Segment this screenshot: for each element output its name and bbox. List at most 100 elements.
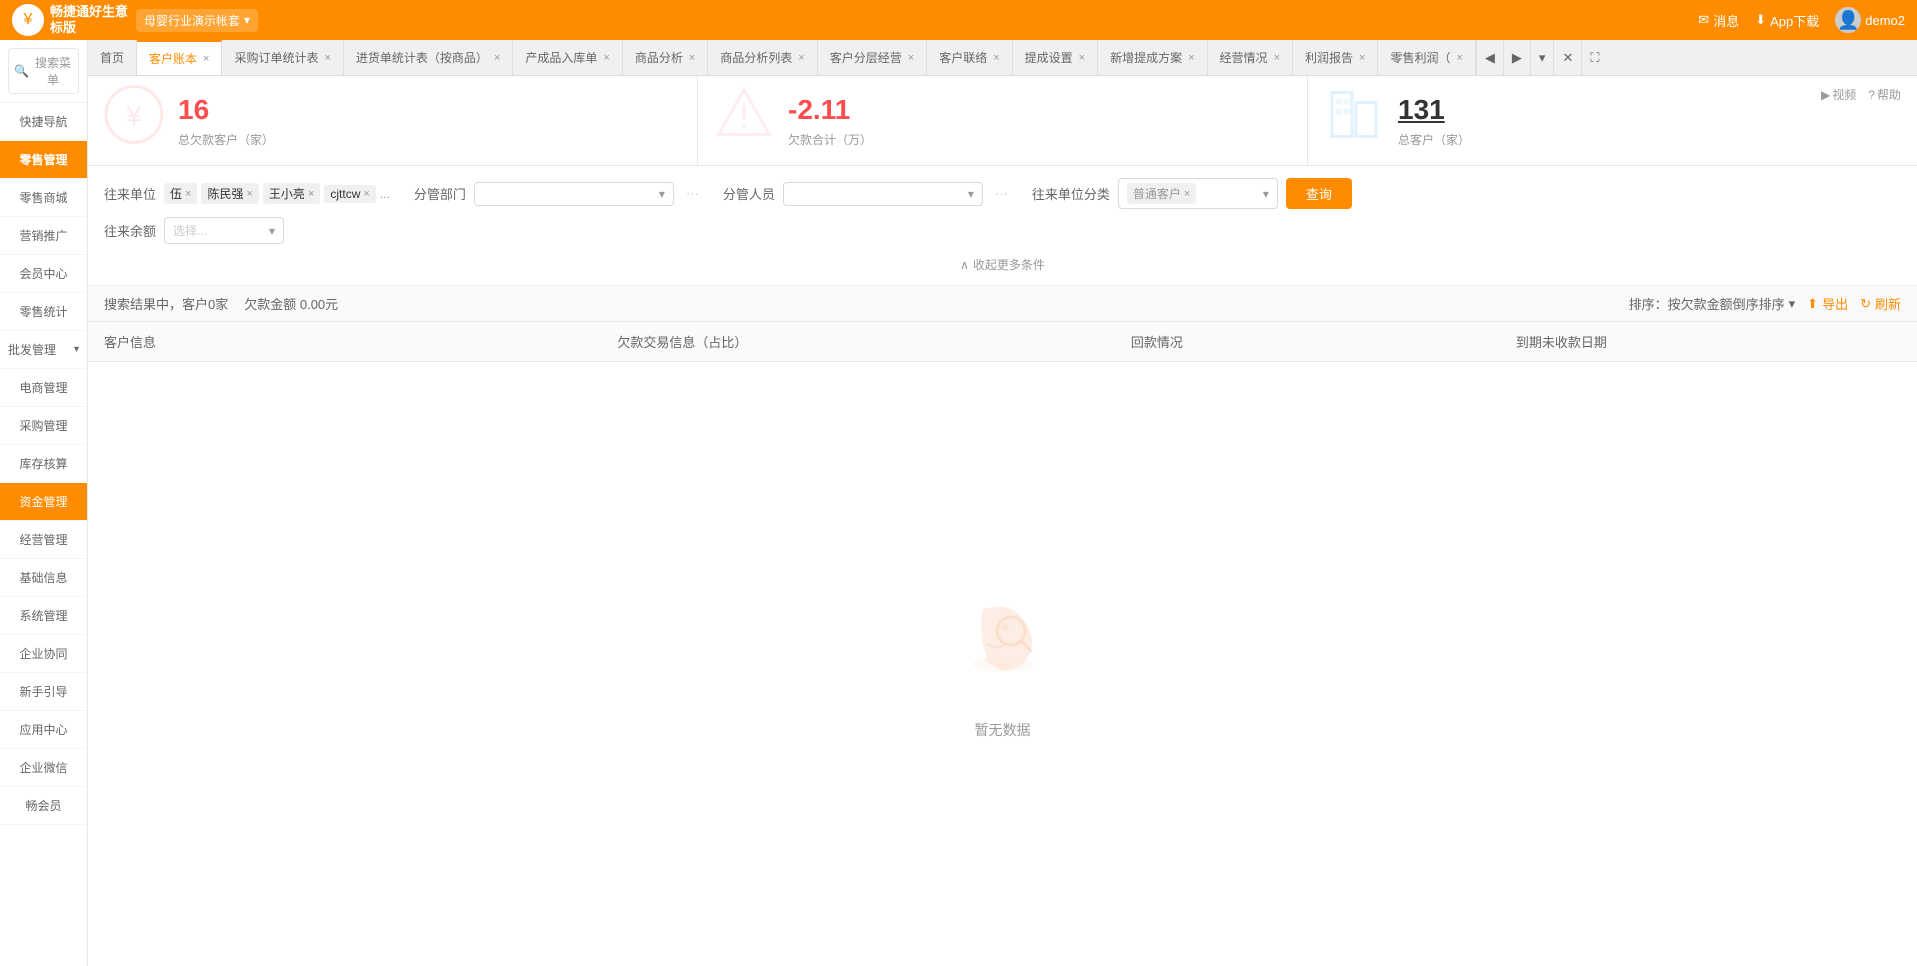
sidebar-item-retail-mall[interactable]: 零售商城 bbox=[0, 179, 87, 217]
results-bar: 搜索结果中，客户0家 欠款金额 0.00元 排序：按欠款金额倒序排序 ▾ ⬆ 导… bbox=[88, 286, 1917, 322]
tab-bar: 首页 客户账本 × 采购订单统计表 × 进货单统计表（按商品） × 产成品入库单… bbox=[88, 40, 1917, 76]
refresh-icon: ↻ bbox=[1860, 296, 1871, 312]
tab-close-icon[interactable]: × bbox=[689, 52, 695, 64]
help-icon: ? bbox=[1868, 88, 1875, 102]
collapse-row: ∧ 收起更多条件 bbox=[104, 252, 1901, 277]
tab-customer-contact[interactable]: 客户联络 × bbox=[927, 40, 1012, 76]
dept-filter-label: 分管部门 bbox=[414, 184, 466, 203]
refresh-button[interactable]: ↻ 刷新 bbox=[1860, 294, 1901, 313]
sidebar-item-basic-info[interactable]: 基础信息 bbox=[0, 559, 87, 597]
message-button[interactable]: ✉ 消息 bbox=[1698, 11, 1739, 30]
person-select[interactable]: ▾ bbox=[783, 182, 983, 206]
remove-tag-wu[interactable]: × bbox=[185, 188, 191, 200]
tab-close-all[interactable]: ✕ bbox=[1553, 40, 1581, 76]
tab-close-icon[interactable]: × bbox=[1359, 52, 1365, 64]
tab-home[interactable]: 首页 bbox=[88, 40, 137, 76]
tab-close-icon[interactable]: × bbox=[203, 53, 209, 65]
sidebar: 🔍 搜索菜单 快捷导航 零售管理 零售商城 营销推广 会员中心 零售统计 bbox=[0, 40, 88, 966]
search-menu-button[interactable]: 🔍 搜索菜单 bbox=[8, 48, 79, 94]
balance-select[interactable]: 选择... ▾ bbox=[164, 217, 284, 244]
sidebar-item-ecommerce[interactable]: 电商管理 bbox=[0, 369, 87, 407]
tab-close-icon[interactable]: × bbox=[908, 52, 914, 64]
sidebar-item-member-center[interactable]: 会员中心 bbox=[0, 255, 87, 293]
sidebar-item-inventory[interactable]: 库存核算 bbox=[0, 445, 87, 483]
tab-product-analysis-list[interactable]: 商品分析列表 × bbox=[708, 40, 817, 76]
tab-new-commission[interactable]: 新增提成方案 × bbox=[1098, 40, 1207, 76]
sidebar-item-finance[interactable]: 资金管理 bbox=[0, 483, 87, 521]
tab-close-icon[interactable]: × bbox=[1456, 52, 1462, 64]
export-button[interactable]: ⬆ 导出 bbox=[1807, 294, 1848, 313]
tab-close-icon[interactable]: × bbox=[1188, 52, 1194, 64]
table-body: 暂无数据 bbox=[88, 362, 1917, 966]
sidebar-item-enterprise[interactable]: 企业协同 bbox=[0, 635, 87, 673]
tab-close-icon[interactable]: × bbox=[494, 52, 500, 64]
unit-class-select[interactable]: 普通客户 × ▾ bbox=[1118, 178, 1278, 209]
collapse-button[interactable]: ∧ 收起更多条件 bbox=[960, 256, 1045, 273]
sidebar-item-marketing[interactable]: 营销推广 bbox=[0, 217, 87, 255]
sidebar-item-wholesale[interactable]: 批发管理 ▾ bbox=[0, 331, 87, 369]
tab-close-icon[interactable]: × bbox=[1274, 52, 1280, 64]
stat-help-area: ▶ 视频 ? 帮助 bbox=[1821, 86, 1901, 103]
more-tags-button[interactable]: ... bbox=[380, 187, 390, 201]
app-download-button[interactable]: ⬇ App下载 bbox=[1755, 11, 1819, 30]
unit-class-label: 往来单位分类 bbox=[1032, 184, 1110, 203]
sidebar-item-app-center[interactable]: 应用中心 bbox=[0, 711, 87, 749]
col-due-date: 到期未收款日期 bbox=[1516, 332, 1901, 351]
balance-filter-label: 往来余额 bbox=[104, 221, 156, 240]
tab-close-icon[interactable]: × bbox=[1079, 52, 1085, 64]
export-icon: ⬆ bbox=[1807, 296, 1818, 312]
tab-customer-ledger[interactable]: 客户账本 × bbox=[137, 40, 222, 76]
sidebar-item-system[interactable]: 系统管理 bbox=[0, 597, 87, 635]
tab-profit-report[interactable]: 利润报告 × bbox=[1293, 40, 1378, 76]
col-customer-info: 客户信息 bbox=[104, 332, 617, 351]
store-selector[interactable]: 母婴行业演示帐套 ▾ bbox=[136, 9, 258, 32]
sidebar-item-retail-mgmt[interactable]: 零售管理 bbox=[0, 141, 87, 179]
tab-close-icon[interactable]: × bbox=[798, 52, 804, 64]
sidebar-item-wechat-work[interactable]: 企业微信 bbox=[0, 749, 87, 787]
user-profile[interactable]: 👤 demo2 bbox=[1835, 7, 1905, 33]
remove-tag-cjttcw[interactable]: × bbox=[363, 188, 369, 200]
logo-area: ¥ 畅捷通好生意 标版 bbox=[12, 4, 128, 36]
remove-unit-class-tag[interactable]: × bbox=[1184, 188, 1190, 200]
sort-selector[interactable]: 排序：按欠款金额倒序排序 ▾ bbox=[1629, 294, 1796, 313]
person-filter-placeholder: ··· bbox=[686, 186, 699, 201]
tab-product-inbound[interactable]: 产成品入库单 × bbox=[513, 40, 622, 76]
dept-select[interactable]: ▾ bbox=[474, 182, 674, 206]
sidebar-item-new-guide[interactable]: 新手引导 bbox=[0, 673, 87, 711]
sidebar-item-member[interactable]: 畅会员 bbox=[0, 787, 87, 825]
remove-tag-chen[interactable]: × bbox=[246, 188, 252, 200]
help-button[interactable]: ? 帮助 bbox=[1868, 86, 1901, 103]
tab-retail-profit[interactable]: 零售利润（ × bbox=[1378, 40, 1475, 76]
col-repayment: 回款情况 bbox=[1131, 332, 1516, 351]
tab-product-analysis[interactable]: 商品分析 × bbox=[623, 40, 708, 76]
tab-close-icon[interactable]: × bbox=[324, 52, 330, 64]
video-help-button[interactable]: ▶ 视频 bbox=[1821, 86, 1856, 103]
results-actions: 排序：按欠款金额倒序排序 ▾ ⬆ 导出 ↻ 刷新 bbox=[1629, 294, 1901, 313]
sidebar-item-operations[interactable]: 经营管理 bbox=[0, 521, 87, 559]
tab-dropdown[interactable]: ▾ bbox=[1530, 40, 1554, 76]
tab-purchase-order-stats[interactable]: 采购订单统计表 × bbox=[222, 40, 343, 76]
stats-row: ¥ 16 总欠款客户（家） bbox=[88, 76, 1917, 166]
filter-row-1: 往来单位 伍 × 陈民强 × 王小亮 bbox=[104, 178, 1901, 209]
sidebar-item-retail-stats[interactable]: 零售统计 bbox=[0, 293, 87, 331]
sidebar-item-quick-nav[interactable]: 快捷导航 bbox=[0, 103, 87, 141]
tab-close-icon[interactable]: × bbox=[603, 52, 609, 64]
unit-filter-label: 往来单位 bbox=[104, 184, 156, 203]
remove-tag-wang[interactable]: × bbox=[308, 188, 314, 200]
download-icon: ⬇ bbox=[1755, 12, 1766, 28]
search-button[interactable]: 查询 bbox=[1286, 178, 1352, 209]
filter-tags-area: 伍 × 陈民强 × 王小亮 × bbox=[164, 183, 390, 204]
tab-scroll-right[interactable]: ▶ bbox=[1503, 40, 1530, 76]
tab-commission-settings[interactable]: 提成设置 × bbox=[1013, 40, 1098, 76]
person-filter-more: ··· bbox=[995, 186, 1008, 201]
person-filter-label: 分管人员 bbox=[723, 184, 775, 203]
tab-scroll-left[interactable]: ◀ bbox=[1476, 40, 1503, 76]
tab-customer-tier[interactable]: 客户分层经营 × bbox=[818, 40, 927, 76]
tab-expand[interactable]: ⛶ bbox=[1581, 40, 1607, 76]
tab-purchase-stats-by-product[interactable]: 进货单统计表（按商品） × bbox=[344, 40, 513, 76]
sidebar-item-purchase[interactable]: 采购管理 bbox=[0, 407, 87, 445]
tab-operations[interactable]: 经营情况 × bbox=[1208, 40, 1293, 76]
app-wrapper: ¥ 畅捷通好生意 标版 母婴行业演示帐套 ▾ ✉ 消息 ⬇ App下载 bbox=[0, 0, 1917, 966]
tab-close-icon[interactable]: × bbox=[993, 52, 999, 64]
sidebar-search-area: 🔍 搜索菜单 bbox=[0, 40, 87, 103]
